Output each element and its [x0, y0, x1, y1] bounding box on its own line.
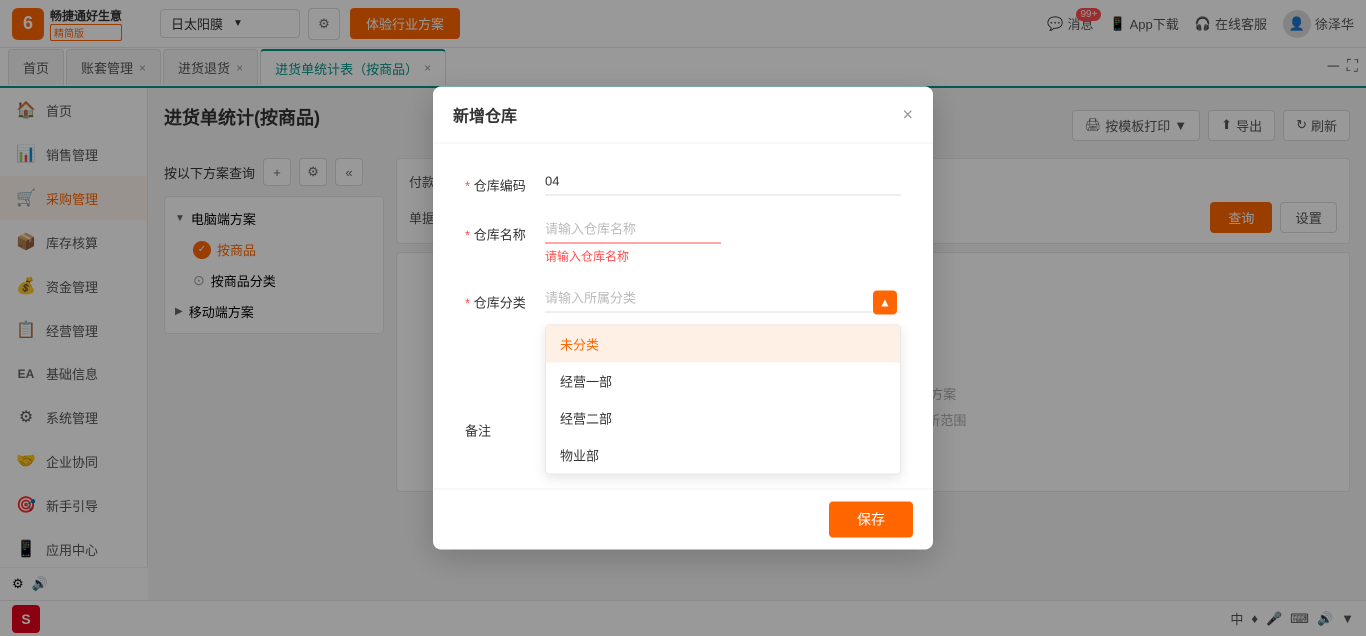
- warehouse-name-row: * 仓库名称 请输入仓库名称: [465, 216, 901, 265]
- notes-label: 备注: [465, 413, 545, 440]
- required-star-name: *: [465, 227, 470, 242]
- modal-header: 新增仓库 ×: [433, 87, 933, 144]
- dropdown-item-property[interactable]: 物业部: [546, 437, 900, 474]
- name-input-row: * 仓库名称: [465, 216, 721, 244]
- warehouse-category-row: * 仓库分类 ▲ 未分类 经营一部 经营二部: [465, 285, 901, 313]
- dropdown-item-uncategorized[interactable]: 未分类: [546, 326, 900, 363]
- category-wrapper: ▲: [545, 285, 901, 313]
- dropdown-item-dept2[interactable]: 经营二部: [546, 400, 900, 437]
- modal-body: * 仓库编码 * 仓库名称 请输入仓库名称 * 仓库分类: [433, 144, 933, 489]
- category-input[interactable]: [545, 285, 901, 313]
- save-button[interactable]: 保存: [829, 502, 913, 538]
- category-dropdown: 未分类 经营一部 经营二部 物业部: [545, 325, 901, 475]
- chevron-up-icon: ▲: [879, 296, 891, 310]
- dropdown-item-dept1[interactable]: 经营一部: [546, 363, 900, 400]
- name-error-message: 请输入仓库名称: [545, 250, 629, 264]
- warehouse-code-row: * 仓库编码: [465, 168, 901, 196]
- category-label: * 仓库分类: [465, 285, 545, 312]
- warehouse-name-input[interactable]: [545, 216, 721, 244]
- modal-footer: 保存: [433, 489, 933, 550]
- warehouse-code-input[interactable]: [545, 168, 901, 196]
- code-label: * 仓库编码: [465, 168, 545, 195]
- required-star: *: [465, 179, 470, 194]
- modal-close-button[interactable]: ×: [902, 104, 913, 125]
- required-star-cat: *: [465, 296, 470, 311]
- name-error-area: 请输入仓库名称: [465, 248, 629, 265]
- name-label: * 仓库名称: [465, 216, 545, 243]
- add-warehouse-modal: 新增仓库 × * 仓库编码 * 仓库名称 请输入仓库名称: [433, 87, 933, 550]
- modal-title: 新增仓库: [453, 103, 517, 127]
- category-toggle-button[interactable]: ▲: [873, 291, 897, 315]
